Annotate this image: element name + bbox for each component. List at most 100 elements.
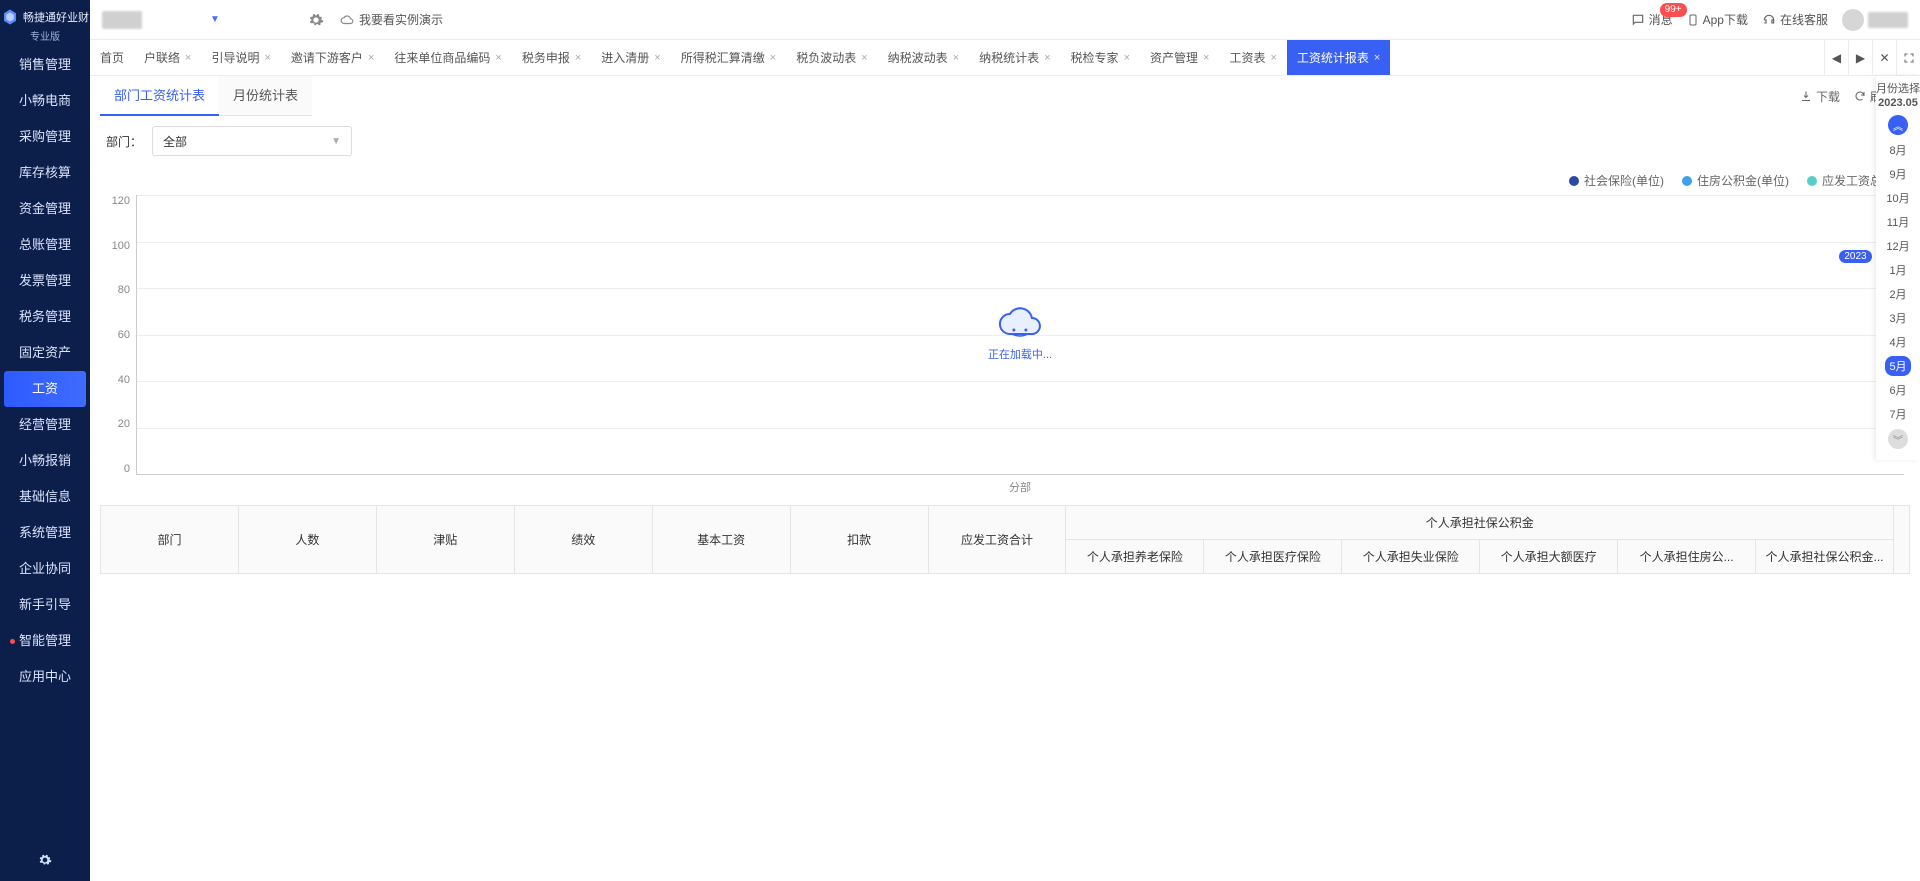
app-download-button[interactable]: App下载 (1687, 11, 1748, 28)
fullscreen-button[interactable] (1896, 40, 1920, 76)
tab-10[interactable]: 纳税统计表× (969, 40, 1060, 75)
sidebar-item-7[interactable]: 税务管理 (0, 299, 90, 335)
tab-9[interactable]: 纳税波动表× (878, 40, 969, 75)
month-item-2月[interactable]: 2月 (1885, 284, 1910, 304)
y-tick: 120 (112, 195, 136, 207)
sidebar-item-label: 工资 (32, 381, 58, 396)
tab-5[interactable]: 税务申报× (512, 40, 591, 75)
sidebar-item-5[interactable]: 总账管理 (0, 227, 90, 263)
brand-logo-icon (1, 8, 19, 26)
sidebar-item-0[interactable]: 销售管理 (0, 47, 90, 83)
month-panel-current: 2023.05 (1876, 96, 1920, 110)
phone-icon (1687, 13, 1699, 27)
legend-item-b[interactable]: 住房公积金(单位) (1682, 172, 1789, 189)
settings-button[interactable] (304, 8, 328, 32)
download-button[interactable]: 下载 (1800, 88, 1840, 105)
tabs-scroll-left[interactable]: ◀ (1824, 40, 1848, 76)
close-icon[interactable]: × (368, 52, 374, 64)
tab-label: 工资统计报表 (1297, 49, 1369, 66)
sidebar-item-1[interactable]: 小畅电商 (0, 83, 90, 119)
sidebar-item-label: 库存核算 (19, 165, 71, 180)
legend-item-a[interactable]: 社会保险(单位) (1569, 172, 1664, 189)
sidebar-item-9[interactable]: 工资 (4, 371, 86, 407)
download-icon (1800, 90, 1812, 102)
close-icon[interactable]: × (185, 52, 191, 64)
tab-0[interactable]: 首页 (90, 40, 134, 75)
support-button[interactable]: 在线客服 (1762, 11, 1828, 28)
tab-8[interactable]: 税负波动表× (786, 40, 877, 75)
month-item-9月[interactable]: 9月 (1885, 164, 1910, 184)
tab-2[interactable]: 引导说明 × (201, 40, 280, 75)
month-scroll-down[interactable]: ︾ (1888, 429, 1908, 449)
sidebar-item-8[interactable]: 固定资产 (0, 335, 90, 371)
tab-13[interactable]: 工资表× (1219, 40, 1286, 75)
table-subheader: 个人承担大额医疗 (1480, 540, 1618, 574)
sidebar-item-3[interactable]: 库存核算 (0, 155, 90, 191)
tab-7[interactable]: 所得税汇算清缴× (671, 40, 786, 75)
sidebar-item-2[interactable]: 采购管理 (0, 119, 90, 155)
month-item-12月[interactable]: 12月 (1882, 236, 1913, 256)
close-icon[interactable]: × (495, 52, 501, 64)
sidebar-settings[interactable] (0, 845, 90, 881)
chat-icon (1631, 13, 1645, 27)
sidebar-item-14[interactable]: 企业协同 (0, 551, 90, 587)
sidebar-item-17[interactable]: 应用中心 (0, 659, 90, 695)
user-menu[interactable] (1842, 9, 1908, 31)
month-item-4月[interactable]: 4月 (1885, 332, 1910, 352)
sidebar-item-label: 固定资产 (19, 345, 71, 360)
tab-4[interactable]: 往来单位商品编码× (384, 40, 511, 75)
sidebar-item-6[interactable]: 发票管理 (0, 263, 90, 299)
close-icon[interactable]: × (1374, 52, 1380, 64)
close-icon[interactable]: × (1044, 52, 1050, 64)
sidebar-item-16[interactable]: 智能管理 (0, 623, 90, 659)
sidebar-item-label: 总账管理 (19, 237, 71, 252)
sidebar: 畅捷通好业财 专业版 销售管理小畅电商采购管理库存核算资金管理总账管理发票管理税… (0, 0, 90, 881)
tab-6[interactable]: 进入清册 × (591, 40, 670, 75)
month-item-3月[interactable]: 3月 (1885, 308, 1910, 328)
y-tick: 100 (112, 240, 136, 252)
sidebar-item-13[interactable]: 系统管理 (0, 515, 90, 551)
month-item-7月[interactable]: 7月 (1885, 404, 1910, 424)
tab-14[interactable]: 工资统计报表 × (1287, 40, 1390, 75)
close-icon[interactable]: × (770, 52, 776, 64)
close-icon[interactable]: × (1124, 52, 1130, 64)
close-icon[interactable]: × (654, 52, 660, 64)
sidebar-item-11[interactable]: 小畅报销 (0, 443, 90, 479)
subtab-month[interactable]: 月份统计表 (219, 76, 312, 116)
tab-label: 引导说明 (211, 49, 259, 66)
month-item-5月[interactable]: 5月 (1885, 356, 1910, 376)
expand-icon (1903, 52, 1915, 64)
sidebar-item-15[interactable]: 新手引导 (0, 587, 90, 623)
month-item-1月[interactable]: 1月 (1885, 260, 1910, 280)
messages-button[interactable]: 消息 99+ (1631, 11, 1673, 28)
sidebar-item-10[interactable]: 经营管理 (0, 407, 90, 443)
org-selector[interactable]: ▼ (102, 11, 292, 29)
close-icon[interactable]: × (1203, 52, 1209, 64)
dept-select-value: 全部 (163, 133, 187, 150)
sidebar-item-12[interactable]: 基础信息 (0, 479, 90, 515)
tabs-scroll-right[interactable]: ▶ (1848, 40, 1872, 76)
tab-3[interactable]: 邀请下游客户× (281, 40, 384, 75)
close-icon[interactable]: × (575, 52, 581, 64)
close-icon[interactable]: × (264, 52, 270, 64)
close-icon[interactable]: × (861, 52, 867, 64)
month-item-11月[interactable]: 11月 (1883, 212, 1913, 232)
close-icon[interactable]: × (953, 52, 959, 64)
month-item-8月[interactable]: 8月 (1885, 140, 1910, 160)
tabs-close-all[interactable]: ✕ (1872, 40, 1896, 76)
username-masked (1868, 12, 1908, 28)
tab-12[interactable]: 资产管理× (1140, 40, 1219, 75)
tab-11[interactable]: 税检专家× (1061, 40, 1140, 75)
subtab-dept[interactable]: 部门工资统计表 (100, 76, 219, 116)
sidebar-item-4[interactable]: 资金管理 (0, 191, 90, 227)
tab-label: 进入清册 (601, 49, 649, 66)
month-item-10月[interactable]: 10月 (1882, 188, 1913, 208)
tab-1[interactable]: 户联络× (134, 40, 201, 75)
table-header: 津贴 (376, 506, 514, 574)
dept-select[interactable]: 全部 ▼ (152, 126, 352, 156)
close-icon[interactable]: × (1270, 52, 1276, 64)
demo-link[interactable]: 我要看实例演示 (340, 11, 443, 28)
sidebar-item-label: 小畅电商 (19, 93, 71, 108)
month-item-6月[interactable]: 6月 (1885, 380, 1910, 400)
month-scroll-up[interactable]: ︽ (1888, 115, 1908, 135)
